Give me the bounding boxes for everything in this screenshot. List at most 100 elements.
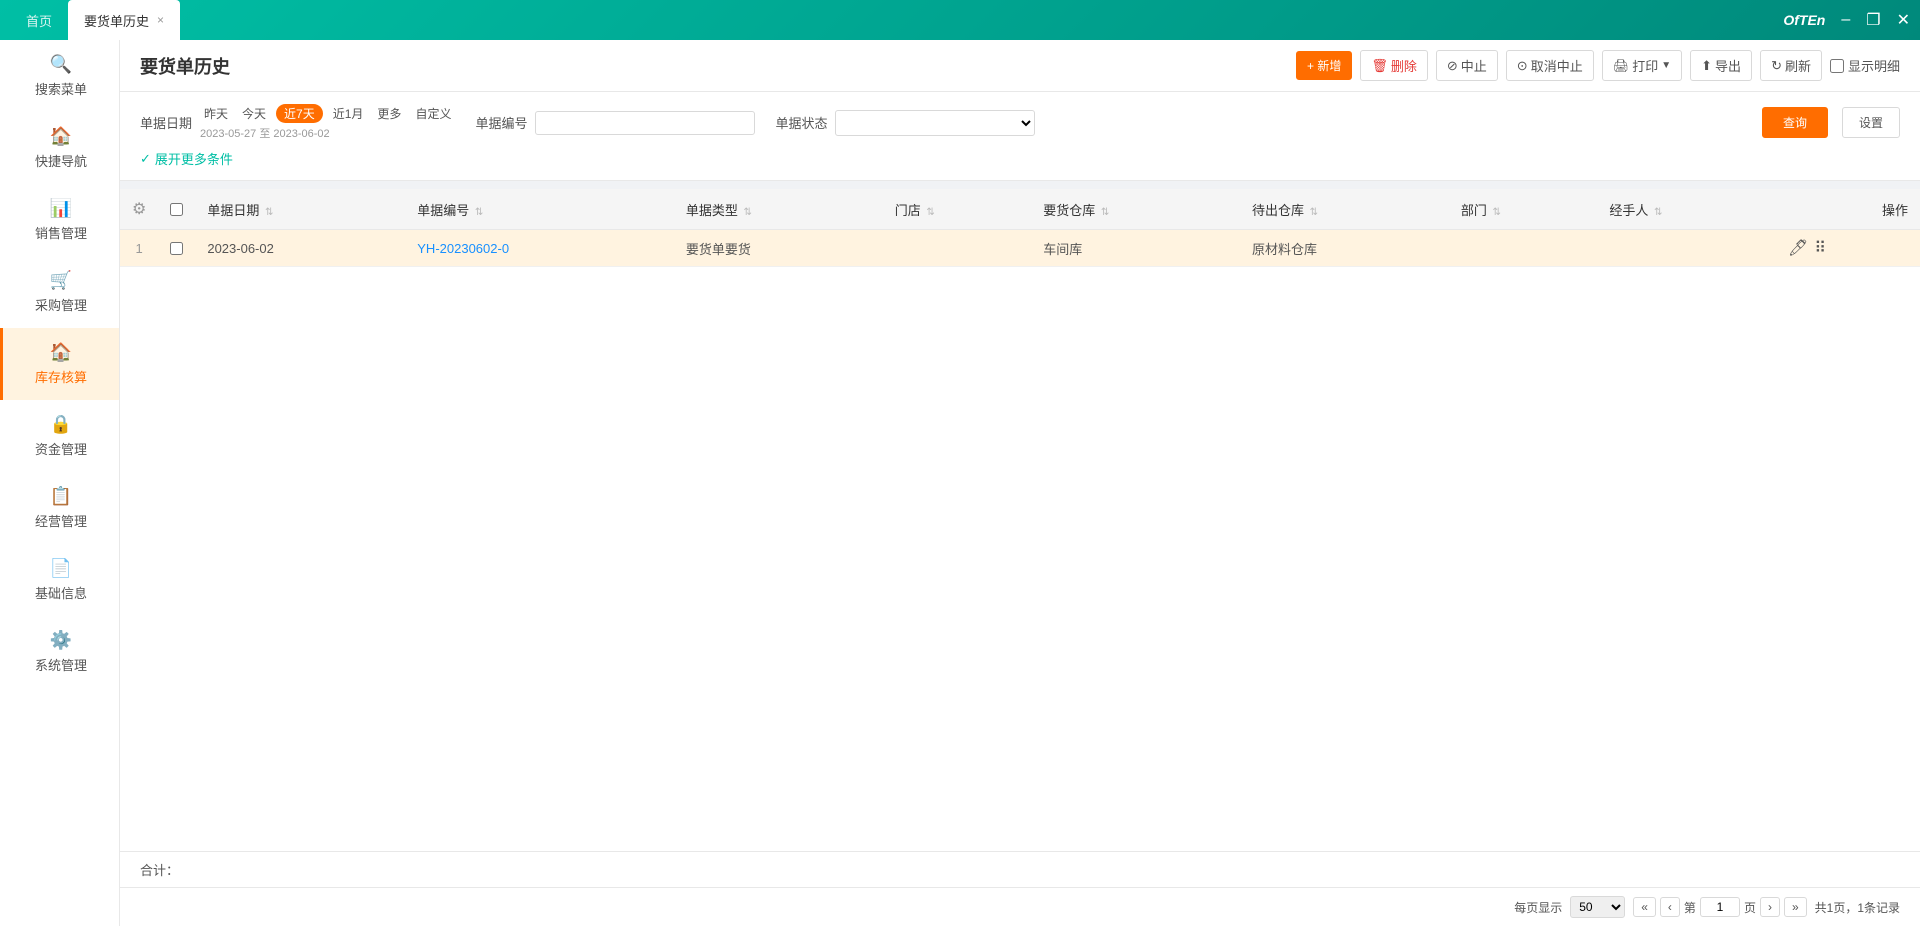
col-req-warehouse[interactable]: 要货仓库 ⇅ [1031, 189, 1240, 230]
col-date[interactable]: 单据日期 ⇅ [195, 189, 405, 230]
sidebar-item-search-menu[interactable]: 🔍 搜索菜单 [0, 40, 119, 112]
sidebar-item-search-label: 搜索菜单 [35, 79, 87, 98]
status-label: 单据状态 [775, 113, 827, 132]
export-icon: ⬆ [1701, 58, 1712, 74]
last-page-btn[interactable]: » [1784, 897, 1807, 917]
cancel-stop-icon: ⊙ [1517, 58, 1528, 74]
add-button[interactable]: + 新增 [1296, 51, 1352, 80]
page-number-input[interactable] [1700, 897, 1740, 917]
minimize-btn[interactable]: – [1841, 11, 1850, 29]
data-table: ⚙ 单据日期 ⇅ 单据编号 ⇅ [120, 189, 1920, 267]
close-btn[interactable]: ✕ [1897, 10, 1910, 30]
sidebar-item-operations[interactable]: 📋 经营管理 [0, 472, 119, 544]
shortcut-more[interactable]: 更多 [373, 104, 405, 123]
refresh-icon: ↻ [1771, 58, 1782, 74]
settings-button[interactable]: 设置 [1842, 107, 1900, 138]
export-button[interactable]: ⬆ 导出 [1690, 50, 1752, 81]
sidebar-item-quick-nav-label: 快捷导航 [35, 151, 87, 170]
sort-store-icon: ⇅ [926, 207, 934, 218]
date-shortcuts: 昨天 今天 近7天 近1月 更多 自定义 [200, 104, 455, 123]
tab-requisition-history[interactable]: 要货单历史 × [68, 0, 180, 40]
purchase-icon: 🛒 [50, 270, 72, 291]
main-layout: 🔍 搜索菜单 🏠 快捷导航 📊 销售管理 🛒 采购管理 🏠 库存核算 🔒 资金管… [0, 40, 1920, 926]
expand-more-btn[interactable]: ✓ 展开更多条件 [140, 149, 1900, 168]
cell-req-warehouse: 车间库 [1031, 230, 1240, 267]
prev-page-btn[interactable]: ‹ [1660, 897, 1680, 917]
sidebar: 🔍 搜索菜单 🏠 快捷导航 📊 销售管理 🛒 采购管理 🏠 库存核算 🔒 资金管… [0, 40, 120, 926]
sidebar-item-basic-info[interactable]: 📄 基础信息 [0, 544, 119, 616]
chevron-down-icon: ✓ [140, 151, 151, 167]
sidebar-item-finance[interactable]: 🔒 资金管理 [0, 400, 119, 472]
cell-doc-no: YH-20230602-0 [405, 230, 674, 267]
edit-action-icon[interactable]: 🖊 [1788, 238, 1808, 258]
finance-icon: 🔒 [50, 414, 72, 435]
print-icon: 🖨 [1613, 58, 1630, 74]
page-title: 要货单历史 [140, 53, 230, 79]
cell-doc-type: 要货单要货 [674, 230, 883, 267]
date-range-display: 2023-05-27 至 2023-06-02 [200, 125, 455, 141]
first-page-btn[interactable]: « [1633, 897, 1656, 917]
sidebar-item-sales[interactable]: 📊 销售管理 [0, 184, 119, 256]
delete-button[interactable]: 🗑 删除 [1360, 50, 1428, 81]
sidebar-item-system[interactable]: ⚙️ 系统管理 [0, 616, 119, 688]
footer-bar: 合计： [120, 851, 1920, 887]
print-button[interactable]: 🖨 打印 ▼ [1602, 50, 1682, 81]
sidebar-item-inventory-label: 库存核算 [35, 367, 87, 386]
col-dept[interactable]: 部门 ⇅ [1449, 189, 1598, 230]
refresh-button[interactable]: ↻ 刷新 [1760, 50, 1822, 81]
print-dropdown-icon: ▼ [1661, 60, 1671, 71]
pagination-controls: « ‹ 第 页 › » [1633, 897, 1806, 917]
shortcut-7days[interactable]: 近7天 [276, 104, 323, 123]
sort-dept-icon: ⇅ [1493, 207, 1501, 218]
col-doc-type[interactable]: 单据类型 ⇅ [674, 189, 883, 230]
select-all-checkbox[interactable] [170, 203, 183, 216]
sidebar-item-operations-label: 经营管理 [35, 511, 87, 530]
column-settings-icon[interactable]: ⚙ [132, 201, 146, 218]
delete-icon: 🗑 [1371, 58, 1388, 74]
query-button[interactable]: 查询 [1762, 107, 1828, 138]
system-icon: ⚙️ [50, 630, 72, 651]
quick-nav-icon: 🏠 [50, 126, 72, 147]
col-handler[interactable]: 经手人 ⇅ [1597, 189, 1776, 230]
sidebar-item-system-label: 系统管理 [35, 655, 87, 674]
tab-home[interactable]: 首页 [10, 0, 68, 40]
display-detail-toggle[interactable]: 显示明细 [1830, 56, 1900, 75]
close-tab-icon[interactable]: × [157, 13, 164, 27]
cell-pending-warehouse: 原材料仓库 [1240, 230, 1449, 267]
shortcut-today[interactable]: 今天 [238, 104, 270, 123]
sidebar-item-sales-label: 销售管理 [35, 223, 87, 242]
col-pending-warehouse[interactable]: 待出仓库 ⇅ [1240, 189, 1449, 230]
sidebar-item-quick-nav[interactable]: 🏠 快捷导航 [0, 112, 119, 184]
shortcut-custom[interactable]: 自定义 [411, 104, 455, 123]
window-controls: OfTEn – ❐ ✕ [1783, 10, 1910, 30]
shortcut-1month[interactable]: 近1月 [329, 104, 368, 123]
row-checkbox[interactable] [170, 242, 183, 255]
stop-icon: ⊘ [1447, 58, 1458, 74]
sidebar-item-basic-info-label: 基础信息 [35, 583, 87, 602]
sidebar-item-inventory[interactable]: 🏠 库存核算 [0, 328, 119, 400]
restore-btn[interactable]: ❐ [1866, 10, 1880, 30]
cancel-stop-button[interactable]: ⊙ 取消中止 [1506, 50, 1594, 81]
next-page-btn[interactable]: › [1760, 897, 1780, 917]
col-doc-no[interactable]: 单据编号 ⇅ [405, 189, 674, 230]
cell-date: 2023-06-02 [195, 230, 405, 267]
page-size-select[interactable]: 10 20 50 100 [1570, 896, 1625, 918]
top-bar: 首页 要货单历史 × OfTEn – ❐ ✕ [0, 0, 1920, 40]
col-store[interactable]: 门店 ⇅ [883, 189, 1032, 230]
display-detail-checkbox[interactable] [1830, 59, 1844, 73]
cell-settings: 1 [120, 230, 158, 267]
stop-button[interactable]: ⊘ 中止 [1436, 50, 1498, 81]
cell-store [883, 230, 1032, 267]
col-actions: 操作 [1776, 189, 1920, 230]
doc-no-label: 单据编号 [475, 113, 527, 132]
col-checkbox-all [158, 189, 195, 230]
inventory-icon: 🏠 [50, 342, 72, 363]
table-container: ⚙ 单据日期 ⇅ 单据编号 ⇅ [120, 189, 1920, 851]
shortcut-yesterday[interactable]: 昨天 [200, 104, 232, 123]
status-select[interactable] [835, 110, 1035, 136]
doc-no-link[interactable]: YH-20230602-0 [417, 241, 509, 256]
more-action-icon[interactable]: ⠿ [1814, 238, 1826, 258]
doc-no-input[interactable] [535, 111, 755, 135]
sidebar-item-purchase[interactable]: 🛒 采购管理 [0, 256, 119, 328]
brand-label: OfTEn [1783, 12, 1825, 28]
